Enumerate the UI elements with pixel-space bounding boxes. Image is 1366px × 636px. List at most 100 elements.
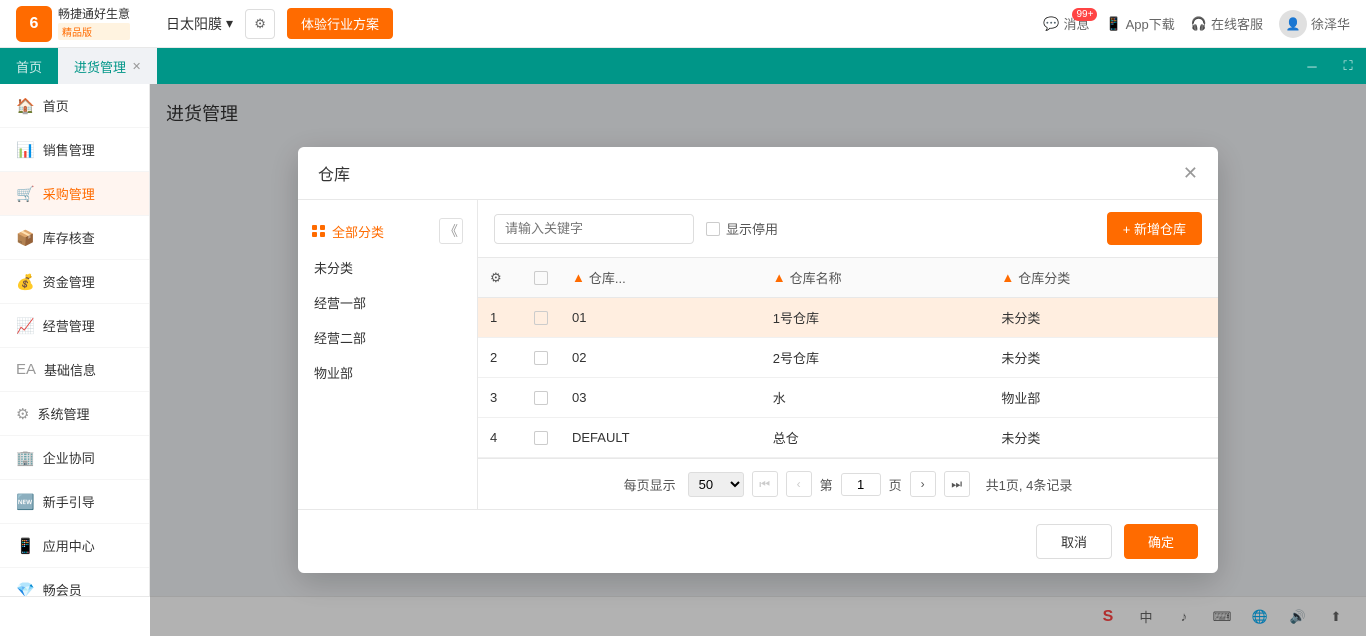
gear-button[interactable]: ⚙	[245, 9, 275, 39]
inventory-icon: 📦	[16, 229, 35, 247]
modal-footer: 取消 确定	[298, 509, 1218, 573]
tab-close-icon[interactable]: ✕	[132, 60, 141, 73]
header-middle: 日太阳膜 ▾ ⚙ 体验行业方案	[166, 8, 1043, 39]
sidebar-item-finance[interactable]: 💰 资金管理	[0, 260, 149, 304]
row-select-checkbox[interactable]	[534, 391, 548, 405]
row-select-checkbox[interactable]	[534, 431, 548, 445]
nav-minimize-button[interactable]: ─	[1294, 48, 1330, 84]
select-all-checkbox[interactable]	[534, 271, 548, 285]
prev-page-button[interactable]: ‹	[786, 471, 812, 497]
add-warehouse-button[interactable]: + 新增仓库	[1107, 212, 1202, 245]
page-size-label: 每页显示	[624, 475, 676, 494]
avatar: 👤	[1279, 10, 1307, 38]
modal-header: 仓库 ✕	[298, 147, 1218, 200]
row-checkbox[interactable]	[522, 338, 560, 378]
row-index: 3	[478, 378, 522, 418]
finance-icon: 💰	[16, 273, 35, 291]
sidebar-item-inventory[interactable]: 📦 库存核查	[0, 216, 149, 260]
search-button[interactable]: 🔍	[691, 215, 694, 243]
modal-body: 全部分类 《 未分类 经营一部 经营二部	[298, 200, 1218, 509]
online-service-button[interactable]: 🎧 在线客服	[1191, 14, 1263, 33]
next-page-button[interactable]: ›	[910, 471, 936, 497]
sidebar-item-apps[interactable]: 📱 应用中心	[0, 524, 149, 568]
message-button[interactable]: 💬 消息 99+	[1043, 14, 1089, 33]
row-index: 1	[478, 298, 522, 338]
table-row[interactable]: 1 01 1号仓库 未分类	[478, 298, 1218, 338]
row-code: DEFAULT	[560, 418, 761, 458]
page-label: 第	[820, 475, 833, 494]
app-name: 畅捷通好生意	[58, 7, 130, 23]
row-index: 4	[478, 418, 522, 458]
user-profile-button[interactable]: 👤 徐泽华	[1279, 10, 1350, 38]
guide-icon: 🆕	[16, 493, 35, 511]
headset-icon: 🎧	[1191, 16, 1207, 32]
sidebar-item-system[interactable]: ⚙ 系统管理	[0, 392, 149, 436]
table-row[interactable]: 2 02 2号仓库 未分类	[478, 338, 1218, 378]
col-code: ▲ 仓库...	[560, 258, 761, 298]
row-checkbox[interactable]	[522, 298, 560, 338]
header-right: 💬 消息 99+ 📱 App下载 🎧 在线客服 👤 徐泽华	[1043, 10, 1350, 38]
col-check	[522, 258, 560, 298]
first-page-button[interactable]: ⏮	[752, 471, 778, 497]
show-disabled-label[interactable]: 显示停用	[706, 219, 778, 238]
row-name: 水	[761, 378, 990, 418]
sidebar-item-operations[interactable]: 📈 经营管理	[0, 304, 149, 348]
col-name: ▲ 仓库名称	[761, 258, 990, 298]
row-code: 02	[560, 338, 761, 378]
search-input[interactable]	[495, 215, 691, 242]
total-info: 共1页, 4条记录	[986, 475, 1073, 494]
modal-close-button[interactable]: ✕	[1183, 164, 1198, 182]
experience-button[interactable]: 体验行业方案	[287, 8, 393, 39]
sort-icon: ▲	[572, 270, 585, 285]
table-row[interactable]: 3 03 水 物业部	[478, 378, 1218, 418]
tab-purchase[interactable]: 进货管理 ✕	[58, 48, 157, 84]
modal-overlay: 仓库 ✕ 全部分类 《	[150, 84, 1366, 636]
pagination: 每页显示 50 10 20 100 ⏮ ‹ 第 页	[478, 458, 1218, 509]
nav-maximize-button[interactable]: ⛶	[1330, 48, 1366, 84]
category-item-unclassified[interactable]: 未分类	[298, 250, 477, 285]
col-settings: ⚙	[478, 258, 522, 298]
page-number-input[interactable]	[841, 473, 881, 496]
sidebar-wrapper: 🏠 首页 📊 销售管理 🛒 采购管理 📦 库存核查 💰 资金管理 📈 经	[0, 84, 149, 636]
row-category: 物业部	[989, 378, 1218, 418]
sidebar-item-guide[interactable]: 🆕 新手引导	[0, 480, 149, 524]
confirm-button[interactable]: 确定	[1124, 524, 1198, 559]
row-category: 未分类	[989, 338, 1218, 378]
category-item-ops1[interactable]: 经营一部	[298, 285, 477, 320]
category-item-property[interactable]: 物业部	[298, 355, 477, 390]
sidebar-item-purchase[interactable]: 🛒 采购管理	[0, 172, 149, 216]
logo-area: 6 畅捷通好生意 精品版	[16, 6, 166, 42]
row-checkbox[interactable]	[522, 378, 560, 418]
last-page-button[interactable]: ⏭	[944, 471, 970, 497]
sort-icon-cat: ▲	[1001, 270, 1014, 285]
row-select-checkbox[interactable]	[534, 351, 548, 365]
search-box: 🔍	[494, 214, 694, 244]
apps-icon: 📱	[16, 537, 35, 555]
cancel-button[interactable]: 取消	[1036, 524, 1112, 559]
sort-icon-name: ▲	[773, 270, 786, 285]
category-item-ops2[interactable]: 经营二部	[298, 320, 477, 355]
sidebar-item-sales[interactable]: 📊 销售管理	[0, 128, 149, 172]
table-toolbar: 🔍 显示停用 + 新增仓库	[478, 200, 1218, 258]
tab-home[interactable]: 首页	[0, 48, 58, 84]
show-disabled-checkbox[interactable]	[706, 222, 720, 236]
table-row[interactable]: 4 DEFAULT 总仓 未分类	[478, 418, 1218, 458]
page-size-select[interactable]: 50 10 20 100	[688, 472, 744, 497]
operations-icon: 📈	[16, 317, 35, 335]
sidebar-item-basic-info[interactable]: EA 基础信息	[0, 348, 149, 392]
data-table: ⚙ ▲ 仓库...	[478, 258, 1218, 458]
sidebar-item-enterprise[interactable]: 🏢 企业协同	[0, 436, 149, 480]
nav-right-controls: ─ ⛶	[1294, 48, 1366, 84]
sidebar-item-home[interactable]: 🏠 首页	[0, 84, 149, 128]
collapse-button[interactable]: 《	[439, 218, 463, 244]
app-logo: 6	[16, 6, 52, 42]
row-checkbox[interactable]	[522, 418, 560, 458]
message-icon: 💬	[1043, 16, 1059, 32]
row-select-checkbox[interactable]	[534, 311, 548, 325]
page-unit: 页	[889, 475, 902, 494]
category-all-item[interactable]: 全部分类	[312, 222, 384, 241]
store-selector[interactable]: 日太阳膜 ▾	[166, 14, 233, 34]
mobile-icon: 📱	[1105, 16, 1121, 32]
app-download-button[interactable]: 📱 App下载	[1105, 14, 1174, 33]
row-code: 01	[560, 298, 761, 338]
